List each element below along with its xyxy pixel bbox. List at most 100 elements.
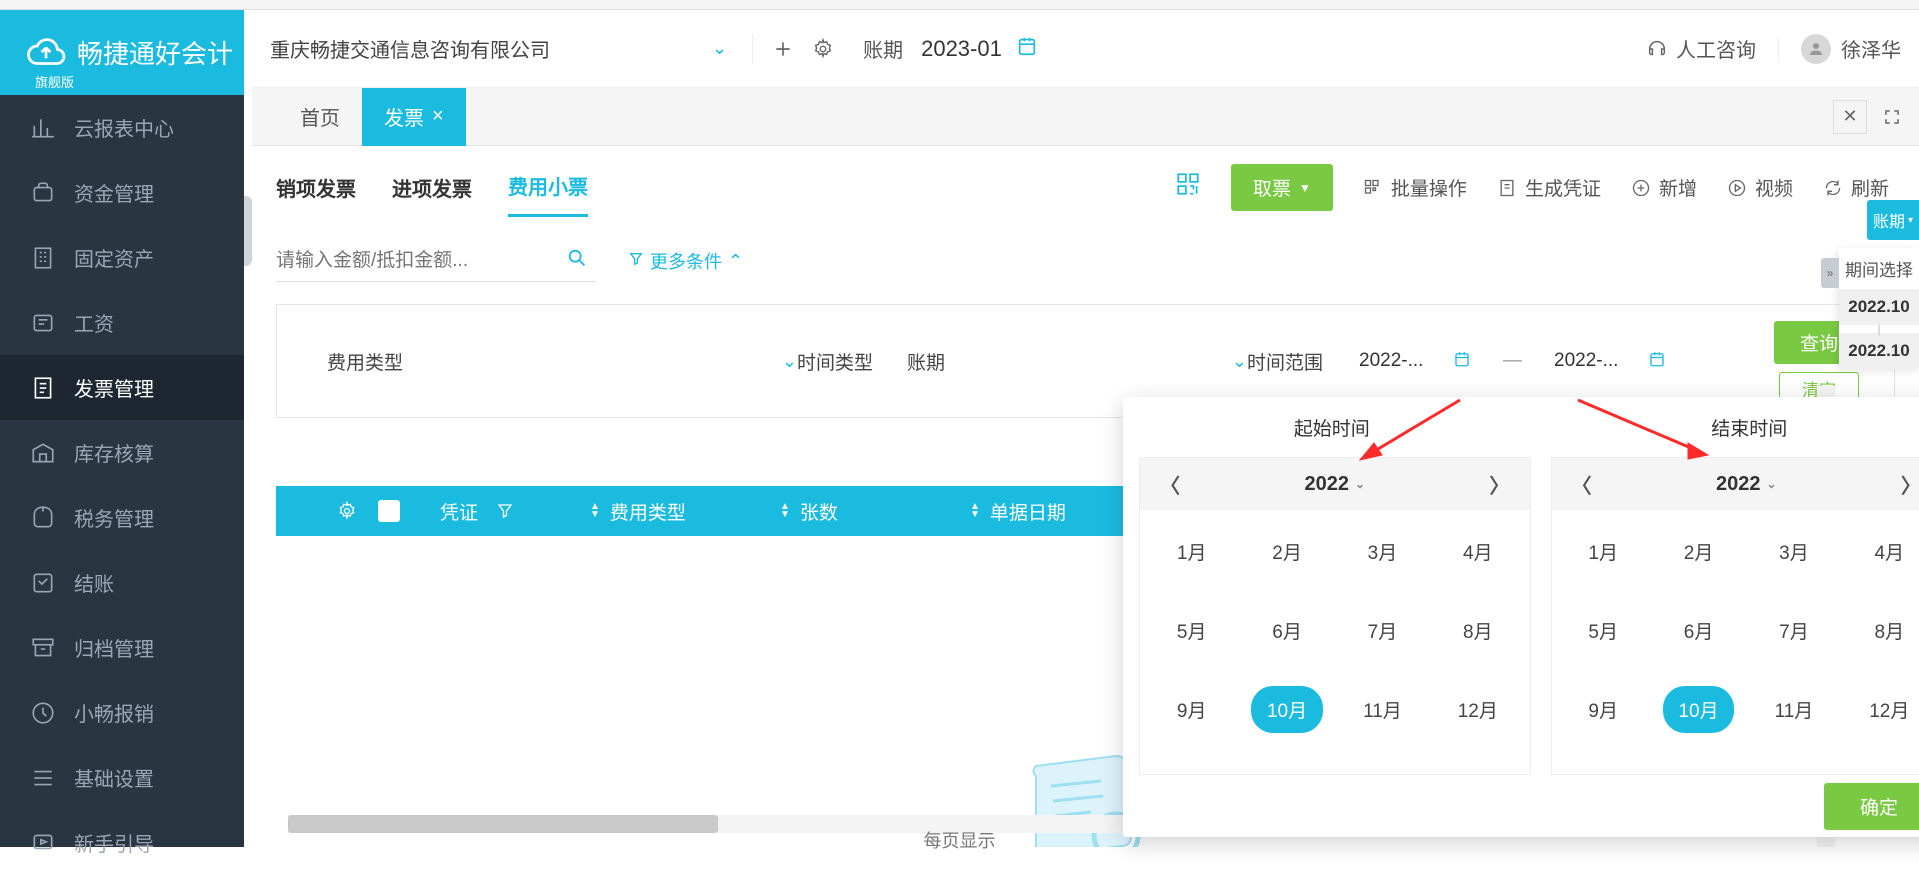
fullscreen-button[interactable]: [1875, 100, 1909, 134]
month-cell[interactable]: 10月: [1251, 686, 1322, 733]
nav-expense[interactable]: 小畅报销: [0, 680, 244, 745]
sidebar-resize-handle[interactable]: [244, 196, 252, 266]
nav-closing[interactable]: 结账: [0, 550, 244, 615]
th-count[interactable]: ▲▼张数: [780, 498, 970, 525]
nav-payroll[interactable]: 工资: [0, 290, 244, 355]
month-cell[interactable]: 10月: [1663, 686, 1734, 733]
year-label: 2022: [1304, 473, 1349, 496]
close-all-tabs-button[interactable]: ✕: [1833, 100, 1867, 134]
table-settings-button[interactable]: [316, 501, 378, 521]
month-cell[interactable]: 6月: [1651, 607, 1746, 654]
sub-tab-purchase[interactable]: 进项发票: [392, 173, 472, 216]
company-settings-button[interactable]: [803, 29, 843, 69]
tab-invoice[interactable]: 发票 ×: [362, 88, 466, 146]
qrcode-icon[interactable]: [1175, 171, 1201, 204]
month-cell[interactable]: 3月: [1746, 528, 1841, 575]
calendar-icon[interactable]: [1453, 350, 1471, 373]
user-menu[interactable]: 徐泽华: [1801, 34, 1901, 64]
year-selector[interactable]: 2022⌄: [1304, 473, 1365, 496]
help-consult[interactable]: 人工咨询: [1646, 34, 1756, 63]
nav-settings[interactable]: 基础设置: [0, 745, 244, 810]
month-cell[interactable]: 7月: [1335, 607, 1430, 654]
period-to[interactable]: 2022.10: [1839, 333, 1919, 369]
gen-voucher-button[interactable]: 生成凭证: [1497, 174, 1601, 201]
start-time-title: 起始时间: [1123, 414, 1541, 441]
th-expense-type[interactable]: ▲▼费用类型: [590, 498, 780, 525]
tab-home[interactable]: 首页: [278, 88, 362, 146]
refresh-button[interactable]: 刷新: [1823, 174, 1889, 201]
month-cell[interactable]: 12月: [1842, 686, 1919, 733]
more-conditions-toggle[interactable]: 更多条件 ⌃: [628, 248, 743, 274]
th-voucher[interactable]: 凭证: [440, 498, 590, 525]
nav-funds[interactable]: 资金管理: [0, 160, 244, 225]
add-new-button[interactable]: 新增: [1631, 174, 1697, 201]
month-cell[interactable]: 4月: [1430, 528, 1525, 575]
next-year-button[interactable]: 〉: [1490, 470, 1510, 499]
nav-invoice[interactable]: 发票管理: [0, 355, 244, 420]
prev-year-button[interactable]: 〈: [1160, 470, 1180, 499]
calendar-icon[interactable]: [1648, 350, 1666, 373]
more-label: 更多条件: [650, 248, 722, 274]
month-cell[interactable]: 1月: [1144, 528, 1239, 575]
month-cell[interactable]: 8月: [1842, 607, 1919, 654]
month-cell[interactable]: 5月: [1556, 607, 1651, 654]
prev-year-button[interactable]: 〈: [1572, 470, 1592, 499]
logo-title: 畅捷通好会计: [77, 34, 233, 71]
month-cell[interactable]: 3月: [1335, 528, 1430, 575]
period-from[interactable]: 2022.10: [1839, 289, 1919, 325]
amount-search-input[interactable]: [276, 240, 596, 282]
chevron-down-icon: ⌄: [1232, 351, 1247, 372]
nav-label: 库存核算: [74, 438, 154, 467]
date-end-input[interactable]: [1554, 350, 1634, 372]
calendar-icon[interactable]: [1016, 35, 1038, 62]
confirm-button[interactable]: 确定: [1824, 783, 1919, 830]
month-cell[interactable]: 5月: [1144, 607, 1239, 654]
month-cell[interactable]: 7月: [1746, 607, 1841, 654]
month-cell[interactable]: 12月: [1430, 686, 1525, 733]
time-type-select[interactable]: 时间类型 账期 ⌄: [797, 348, 1247, 375]
wallet-icon: [30, 180, 56, 206]
period-float-button[interactable]: 账期: [1867, 200, 1919, 240]
nav-cloud-reports[interactable]: 云报表中心: [0, 95, 244, 160]
month-cell[interactable]: 9月: [1144, 686, 1239, 733]
year-selector[interactable]: 2022⌄: [1716, 473, 1777, 496]
collapse-icon[interactable]: »: [1821, 258, 1839, 288]
nav-tax[interactable]: 税务管理: [0, 485, 244, 550]
next-year-button[interactable]: 〉: [1901, 470, 1919, 499]
nav-fixed-assets[interactable]: 固定资产: [0, 225, 244, 290]
nav-guide[interactable]: 新手引导: [0, 810, 244, 875]
date-start-input[interactable]: [1359, 350, 1439, 372]
video-label: 视频: [1755, 174, 1793, 201]
month-cell[interactable]: 11月: [1746, 686, 1841, 733]
period-panel: » 期间选择 2022.10 | 2022.10: [1839, 248, 1919, 369]
batch-action-button[interactable]: 批量操作: [1363, 174, 1467, 201]
fetch-invoice-button[interactable]: 取票 ▼: [1231, 164, 1333, 211]
month-cell[interactable]: 9月: [1556, 686, 1651, 733]
month-cell[interactable]: 6月: [1239, 607, 1334, 654]
date-range-popup: 起始时间 结束时间 〈 2022⌄ 〉 1月2月3月4月5月6月7月8月9月10…: [1123, 397, 1919, 837]
nav-label: 云报表中心: [74, 113, 174, 142]
nav-label: 固定资产: [74, 243, 154, 272]
expense-type-select[interactable]: 费用类型 ⌄: [327, 348, 797, 375]
building-icon: [30, 245, 56, 271]
per-page-label: 每页显示: [924, 827, 996, 853]
nav-inventory[interactable]: 库存核算: [0, 420, 244, 485]
month-cell[interactable]: 8月: [1430, 607, 1525, 654]
sort-icon: ▲▼: [590, 503, 600, 519]
month-cell[interactable]: 2月: [1651, 528, 1746, 575]
nav-archive[interactable]: 归档管理: [0, 615, 244, 680]
scroll-thumb[interactable]: [288, 815, 718, 833]
search-icon[interactable]: [566, 247, 588, 275]
month-cell[interactable]: 11月: [1335, 686, 1430, 733]
sub-tab-sales[interactable]: 销项发票: [276, 173, 356, 216]
month-cell[interactable]: 1月: [1556, 528, 1651, 575]
company-selector[interactable]: 重庆畅捷交通信息咨询有限公司 ⌄: [270, 34, 727, 63]
close-icon[interactable]: ×: [432, 105, 444, 128]
month-cell[interactable]: 2月: [1239, 528, 1334, 575]
month-cell[interactable]: 4月: [1842, 528, 1919, 575]
add-button[interactable]: [763, 29, 803, 69]
video-button[interactable]: 视频: [1727, 174, 1793, 201]
sub-tab-expense[interactable]: 费用小票: [508, 171, 588, 217]
guide-icon: [30, 830, 56, 856]
select-all-checkbox[interactable]: [378, 500, 440, 522]
